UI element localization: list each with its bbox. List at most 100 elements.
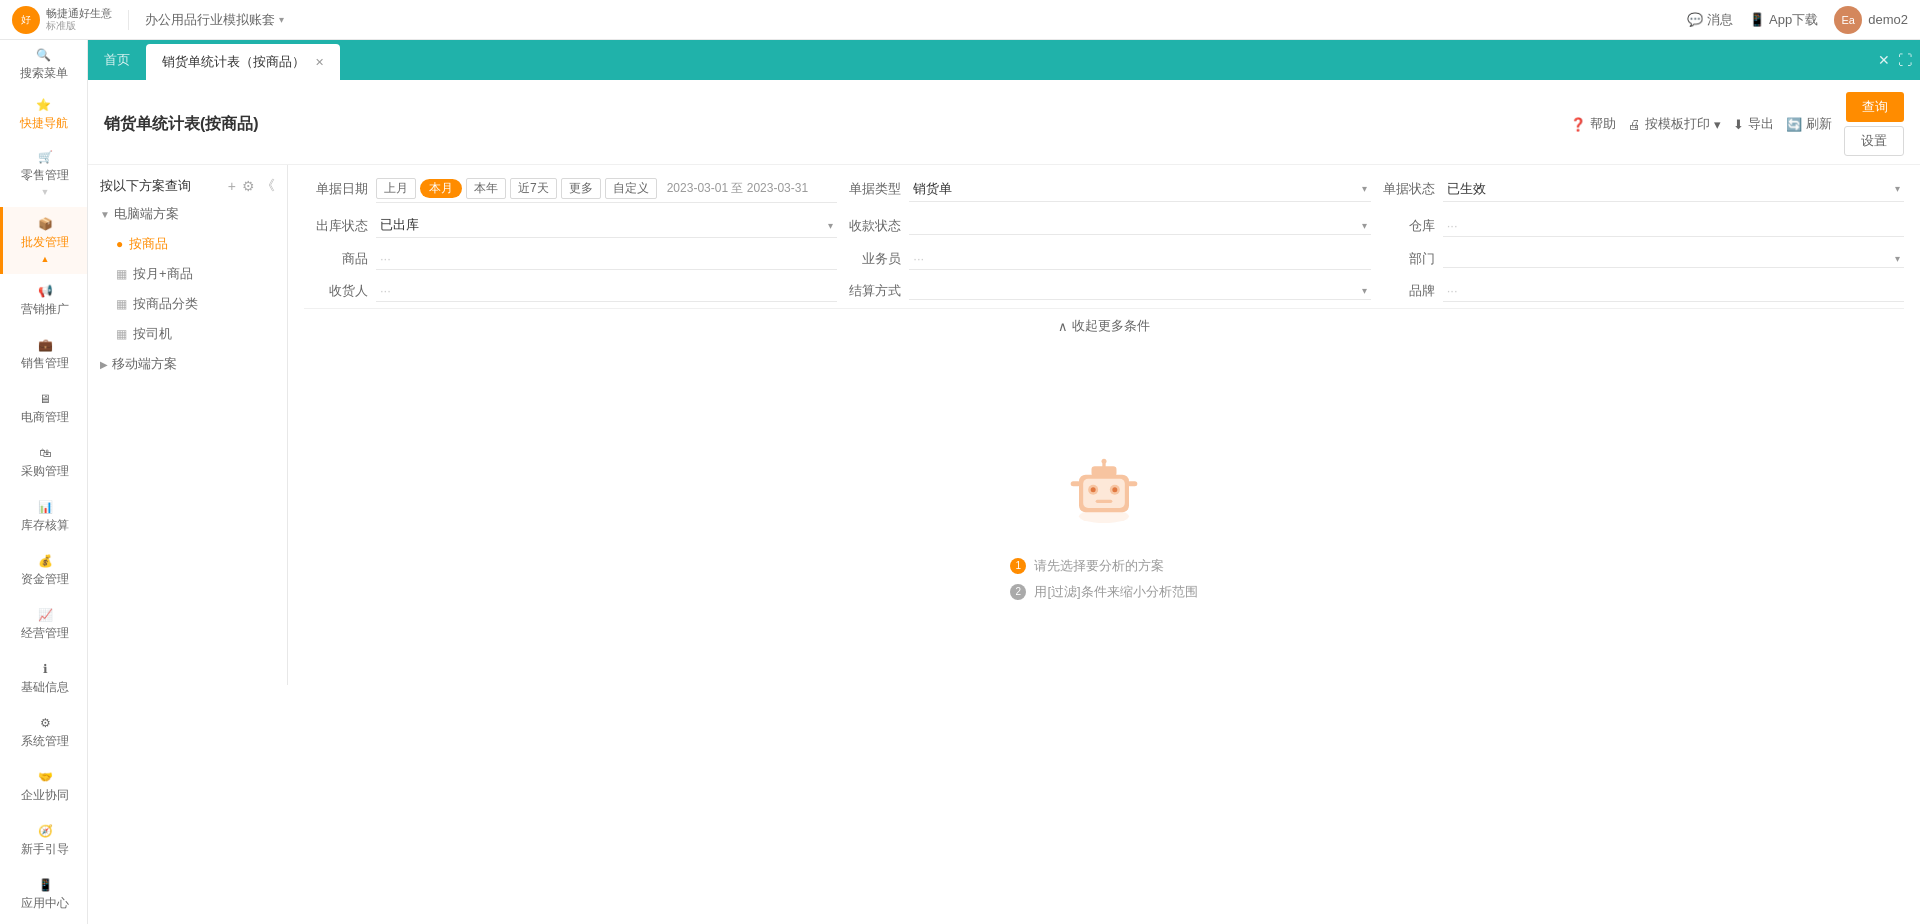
- scheme-collapse-button[interactable]: 《: [261, 177, 275, 195]
- sidebar-item-finance[interactable]: 💰 资金管理: [0, 544, 87, 598]
- filter-row-4: 收货人 ··· 结算方式: [304, 280, 1904, 302]
- sidebar-item-purchase[interactable]: 🛍 采购管理: [0, 436, 87, 490]
- scheme-title: 按以下方案查询: [100, 177, 191, 195]
- sidebar-quick-nav[interactable]: ⭐ 快捷导航: [0, 90, 87, 140]
- order-type-arrow: ▾: [1362, 183, 1367, 194]
- date-7days-button[interactable]: 近7天: [510, 178, 557, 199]
- filter-product-cell: 商品 ···: [304, 248, 837, 270]
- date-custom-button[interactable]: 自定义: [605, 178, 657, 199]
- product-input[interactable]: ···: [376, 248, 837, 270]
- ecommerce-label: 电商管理: [21, 409, 69, 426]
- order-status-select[interactable]: 已生效 ▾: [1443, 177, 1904, 202]
- date-this-month-button[interactable]: 本月: [420, 179, 462, 198]
- sidebar-item-wholesale[interactable]: 📦 批发管理 ▲: [0, 207, 87, 274]
- content-area: 首页 销货单统计表（按商品） ✕ ✕ ⛶ 销货单统计表(按商品) ❓: [88, 40, 1920, 924]
- filter-settlement-cell: 结算方式 ▾: [837, 282, 1370, 300]
- sales-stat-tab-label: 销货单统计表（按商品）: [162, 53, 305, 71]
- salesperson-input[interactable]: ···: [909, 248, 1370, 270]
- finance-label: 资金管理: [21, 571, 69, 588]
- order-type-select[interactable]: 销货单 ▾: [909, 177, 1370, 202]
- app-download-button[interactable]: 📱 App下载: [1749, 11, 1818, 29]
- scheme-add-button[interactable]: +: [228, 178, 236, 194]
- filter-row-1: 单据日期 上月 本月 本年 近7天 更多 自定义 2023-03-01 至 20…: [304, 175, 1904, 203]
- sidebar-item-marketing[interactable]: 📢 营销推广: [0, 274, 87, 328]
- tab-sales-stat[interactable]: 销货单统计表（按商品） ✕: [146, 44, 340, 80]
- system-icon: ⚙: [40, 716, 51, 730]
- tab-maximize-button[interactable]: ⛶: [1898, 52, 1912, 68]
- sidebar-item-retail[interactable]: 🛒 零售管理 ▼: [0, 140, 87, 207]
- message-icon: 💬: [1687, 12, 1703, 27]
- receiver-value: ···: [380, 283, 391, 298]
- tab-close-window-button[interactable]: ✕: [1878, 52, 1890, 68]
- scheme-item-by-product[interactable]: ● 按商品: [88, 229, 287, 259]
- top-bar-left: 好 畅捷通好生意 标准版 办公用品行业模拟账套 ▾: [12, 6, 284, 34]
- template-print-label: 按模板打印: [1645, 115, 1710, 133]
- date-last-month-button[interactable]: 上月: [376, 178, 416, 199]
- sidebar-item-basic[interactable]: ℹ 基础信息: [0, 652, 87, 706]
- action-buttons: 查询 设置: [1844, 92, 1904, 156]
- svg-point-10: [1102, 459, 1107, 464]
- by-month-label: 按月+商品: [133, 265, 193, 283]
- sidebar-item-system[interactable]: ⚙ 系统管理: [0, 706, 87, 760]
- wholesale-arrow: ▲: [41, 254, 50, 264]
- scheme-edit-button[interactable]: ⚙: [242, 178, 255, 194]
- user-area[interactable]: Ea demo2: [1834, 6, 1908, 34]
- retail-arrow: ▼: [41, 187, 50, 197]
- setting-button[interactable]: 设置: [1844, 126, 1904, 156]
- date-label: 单据日期: [304, 180, 376, 198]
- settlement-select[interactable]: ▾: [909, 282, 1370, 300]
- receiver-input[interactable]: ···: [376, 280, 837, 302]
- order-status-label: 单据状态: [1371, 180, 1443, 198]
- export-icon: ⬇: [1733, 117, 1744, 132]
- message-button[interactable]: 💬 消息: [1687, 11, 1733, 29]
- sidebar-item-sales[interactable]: 💼 销售管理: [0, 328, 87, 382]
- empty-state: 1 请先选择要分析的方案 2 用[过滤]条件来缩小分析范围: [288, 353, 1920, 685]
- marketing-icon: 📢: [38, 284, 53, 298]
- scheme-header: 按以下方案查询 + ⚙ 《: [88, 173, 287, 199]
- nav-label: 快捷导航: [20, 115, 68, 132]
- sidebar-search[interactable]: 🔍 搜索菜单: [0, 40, 87, 90]
- department-select[interactable]: ▾: [1443, 250, 1904, 268]
- svg-point-6: [1112, 487, 1117, 492]
- sales-label: 销售管理: [21, 355, 69, 372]
- scheme-item-by-month-product[interactable]: ▦ 按月+商品: [88, 259, 287, 289]
- apps-label: 应用中心: [21, 895, 69, 912]
- svg-point-5: [1091, 487, 1096, 492]
- collapse-up-icon: ∧: [1058, 319, 1068, 334]
- scheme-group-mobile-header[interactable]: ▶ 移动端方案: [88, 349, 287, 379]
- by-product-icon: ●: [116, 237, 123, 251]
- scheme-item-by-product-category[interactable]: ▦ 按商品分类: [88, 289, 287, 319]
- scheme-group-pc-header[interactable]: ▼ 电脑端方案: [88, 199, 287, 229]
- wholesale-label: 批发管理: [21, 234, 69, 251]
- payment-status-select[interactable]: ▾: [909, 217, 1370, 235]
- system-label: 系统管理: [21, 733, 69, 750]
- svg-rect-11: [1071, 481, 1081, 486]
- sidebar-item-inventory[interactable]: 📊 库存核算: [0, 490, 87, 544]
- help-button[interactable]: ❓ 帮助: [1570, 115, 1616, 133]
- template-print-button[interactable]: 🖨 按模板打印 ▾: [1628, 115, 1721, 133]
- export-button[interactable]: ⬇ 导出: [1733, 115, 1774, 133]
- sidebar-item-apps[interactable]: 📱 应用中心: [0, 868, 87, 922]
- filter-warehouse-cell: 仓库 ···: [1371, 215, 1904, 237]
- scheme-item-by-cashier[interactable]: ▦ 按司机: [88, 319, 287, 349]
- tab-close-button[interactable]: ✕: [315, 56, 324, 69]
- right-content: 单据日期 上月 本月 本年 近7天 更多 自定义 2023-03-01 至 20…: [288, 165, 1920, 685]
- date-more-button[interactable]: 更多: [561, 178, 601, 199]
- message-label: 消息: [1707, 11, 1733, 29]
- by-category-label: 按商品分类: [133, 295, 198, 313]
- warehouse-input[interactable]: ···: [1443, 215, 1904, 237]
- brand-input[interactable]: ···: [1443, 280, 1904, 302]
- sidebar-item-enterprise[interactable]: 🤝 企业协同: [0, 760, 87, 814]
- top-bar-right: 💬 消息 📱 App下载 Ea demo2: [1687, 6, 1908, 34]
- sidebar-item-ecommerce[interactable]: 🖥 电商管理: [0, 382, 87, 436]
- warehouse-status-select[interactable]: 已出库 ▾: [376, 213, 837, 238]
- collapse-filter-button[interactable]: ∧ 收起更多条件: [304, 308, 1904, 343]
- tab-home[interactable]: 首页: [88, 40, 146, 80]
- refresh-button[interactable]: 🔄 刷新: [1786, 115, 1832, 133]
- sidebar-item-guide[interactable]: 🧭 新手引导: [0, 814, 87, 868]
- sidebar-item-operations[interactable]: 📈 经营管理: [0, 598, 87, 652]
- workspace-selector[interactable]: 办公用品行业模拟账套 ▾: [145, 11, 284, 29]
- query-button[interactable]: 查询: [1846, 92, 1904, 122]
- nav-icon: ⭐: [36, 98, 51, 112]
- date-this-year-button[interactable]: 本年: [466, 178, 506, 199]
